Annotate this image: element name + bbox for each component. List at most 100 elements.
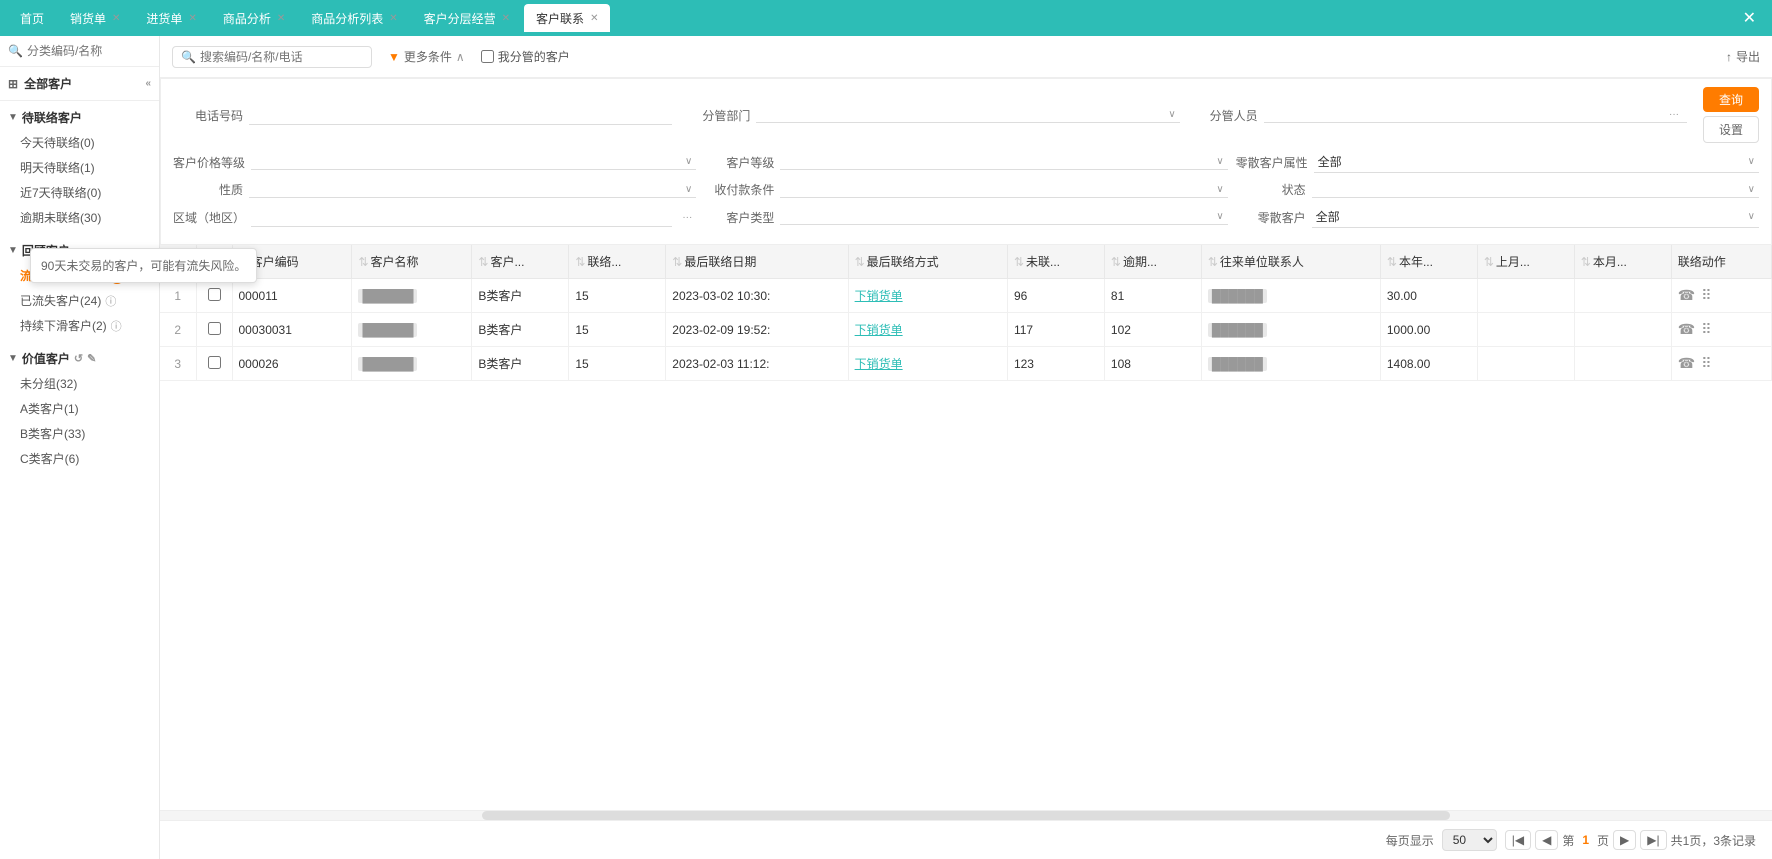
th-this-month-sort-icon: ⇅	[1581, 255, 1591, 269]
sidebar-item-unclassified[interactable]: 未分组(32)	[0, 371, 159, 396]
tab-purchase[interactable]: 进货单 ✕	[134, 4, 208, 32]
sidebar-item-tomorrow[interactable]: 明天待联络(1)	[0, 155, 159, 180]
row-last-method-link[interactable]: 下销货单	[855, 357, 903, 371]
filter-status-select[interactable]: ∨	[1312, 182, 1759, 198]
next-page-button[interactable]: ▶	[1613, 830, 1636, 850]
row-checkbox-cell	[196, 279, 232, 313]
search-button[interactable]: 查询	[1703, 87, 1759, 112]
more-filters-button[interactable]: ▼ 更多条件 ∧	[380, 44, 473, 69]
nature-arrow-icon: ∨	[685, 184, 692, 195]
sidebar-item-class-b[interactable]: B类客户(33)	[0, 421, 159, 446]
filter-region-input[interactable]	[251, 208, 672, 227]
filter-payment-select[interactable]: ∨	[780, 182, 1227, 198]
tab-customer-segment[interactable]: 客户分层经营 ✕	[412, 4, 522, 32]
value-edit-icon[interactable]: ✎	[87, 352, 96, 365]
filter-dept-select[interactable]: ∨	[756, 107, 1179, 123]
row-checkbox[interactable]	[208, 288, 221, 301]
tab-sales-close[interactable]: ✕	[112, 13, 120, 24]
per-page-select[interactable]: 50 100	[1442, 829, 1497, 851]
tab-product-list-close[interactable]: ✕	[389, 13, 397, 24]
sidebar-group-pending: ▼ 待联络客户 今天待联络(0) 明天待联络(1) 近7天待联络(0) 逾期未联…	[0, 101, 159, 234]
first-page-button[interactable]: |◀	[1505, 830, 1531, 850]
tab-product-list[interactable]: 商品分析列表 ✕	[299, 4, 409, 32]
tab-purchase-close[interactable]: ✕	[188, 13, 196, 24]
row-name: ██████	[352, 279, 472, 313]
row-overdue: 81	[1104, 279, 1201, 313]
filter-customer-type-select[interactable]: ∨	[780, 209, 1227, 225]
sidebar-item-overdue[interactable]: 逾期未联络(30)	[0, 205, 159, 230]
manager-more-icon[interactable]: ···	[1665, 109, 1683, 120]
sidebar-item-tomorrow-label: 明天待联络(1)	[20, 159, 95, 176]
th-name: ⇅ 客户名称	[352, 245, 472, 279]
th-this-month-label: 本月...	[1593, 253, 1627, 270]
value-refresh-icon[interactable]: ↺	[74, 352, 83, 365]
row-checkbox-cell	[196, 313, 232, 347]
filter-scatter-attr-select[interactable]: 全部 ∨	[1314, 151, 1759, 173]
row-action-more-icon[interactable]: ⠿	[1701, 321, 1711, 338]
row-action-contact-icon[interactable]: ☎	[1678, 355, 1695, 372]
filter-row-3: 性质 ∨ 收付款条件 ∨ 状态 ∨	[173, 181, 1759, 198]
prev-page-button[interactable]: ◀	[1535, 830, 1558, 850]
last-page-button[interactable]: ▶|	[1640, 830, 1666, 850]
table-scrollbar[interactable]	[160, 810, 1772, 820]
row-checkbox[interactable]	[208, 356, 221, 369]
tab-customer-contact[interactable]: 客户联系 ✕	[524, 4, 610, 32]
sidebar-item-class-a[interactable]: A类客户(1)	[0, 396, 159, 421]
search-input[interactable]	[200, 50, 363, 64]
row-code: 000026	[232, 347, 352, 381]
row-action-contact-icon[interactable]: ☎	[1678, 321, 1695, 338]
tab-home[interactable]: 首页	[8, 4, 56, 32]
sidebar-root[interactable]: ⊞ 全部客户 «	[0, 67, 159, 101]
row-last-method-link[interactable]: 下销货单	[855, 323, 903, 337]
row-contact-person-blurred: ██████	[1208, 289, 1267, 303]
sidebar-search-container: 🔍	[0, 36, 159, 67]
row-action-more-icon[interactable]: ⠿	[1701, 355, 1711, 372]
close-all-button[interactable]: ✕	[1735, 8, 1764, 28]
th-customer-type-label: 客户...	[490, 253, 524, 270]
sidebar-item-churned[interactable]: 已流失客户(24) ⓘ	[0, 288, 159, 313]
sidebar-group-pending-header[interactable]: ▼ 待联络客户	[0, 105, 159, 130]
filter-manager-select[interactable]: ···	[1264, 107, 1687, 123]
filter-phone-input[interactable]	[249, 106, 672, 125]
sidebar-item-declining[interactable]: 持续下滑客户(2) ⓘ	[0, 313, 159, 338]
th-not-contacted: ⇅ 未联...	[1007, 245, 1104, 279]
filter-customer-level-select[interactable]: ∨	[780, 154, 1227, 170]
row-checkbox[interactable]	[208, 322, 221, 335]
value-group-label: 价值客户	[22, 350, 70, 367]
settings-button[interactable]: 设置	[1703, 116, 1759, 143]
filter-scatter-customer-select[interactable]: 全部 ∨	[1312, 206, 1759, 228]
row-last-method-link[interactable]: 下销货单	[855, 289, 903, 303]
my-customers-checkbox[interactable]	[481, 50, 494, 63]
row-action-more-icon[interactable]: ⠿	[1701, 287, 1711, 304]
region-more-icon[interactable]: ···	[678, 212, 696, 223]
filter-scatter-customer: 零散客户 全部 ∨	[1236, 206, 1759, 228]
sidebar-collapse-icon[interactable]: «	[145, 78, 151, 89]
filter-nature-select[interactable]: ∨	[249, 182, 696, 198]
sidebar-item-class-c[interactable]: C类客户(6)	[0, 446, 159, 471]
filter-scatter-customer-label: 零散客户	[1236, 209, 1306, 226]
sidebar-root-label: 全部客户	[24, 75, 72, 92]
th-last-date: ⇅ 最后联络日期	[666, 245, 848, 279]
tab-customer-contact-close[interactable]: ✕	[590, 13, 598, 24]
th-contact-count: ⇅ 联络...	[569, 245, 666, 279]
tab-customer-segment-close[interactable]: ✕	[502, 13, 510, 24]
row-action-contact-icon[interactable]: ☎	[1678, 287, 1695, 304]
page-current: 1	[1578, 833, 1593, 847]
tab-product-analysis[interactable]: 商品分析 ✕	[211, 4, 297, 32]
row-customer-type: B类客户	[472, 313, 569, 347]
filter-phone-label: 电话号码	[173, 107, 243, 124]
tab-product-analysis-close[interactable]: ✕	[277, 13, 285, 24]
sidebar-group-value-header[interactable]: ▼ 价值客户 ↺ ✎	[0, 346, 159, 371]
my-customers-checkbox-label[interactable]: 我分管的客户	[481, 48, 570, 65]
tab-sales[interactable]: 销货单 ✕	[58, 4, 132, 32]
row-index: 3	[160, 347, 196, 381]
sidebar-search-input[interactable]	[27, 44, 160, 58]
filter-price-level-select[interactable]: ∨	[251, 154, 696, 170]
sidebar-item-today[interactable]: 今天待联络(0)	[0, 130, 159, 155]
row-last-date: 2023-02-09 19:52:	[666, 313, 848, 347]
export-button[interactable]: ↑ 导出	[1726, 48, 1760, 65]
th-name-sort-icon: ⇅	[358, 255, 368, 269]
row-contact-person: ██████	[1201, 347, 1380, 381]
filter-price-level-label: 客户价格等级	[173, 154, 245, 171]
sidebar-item-7days[interactable]: 近7天待联络(0)	[0, 180, 159, 205]
